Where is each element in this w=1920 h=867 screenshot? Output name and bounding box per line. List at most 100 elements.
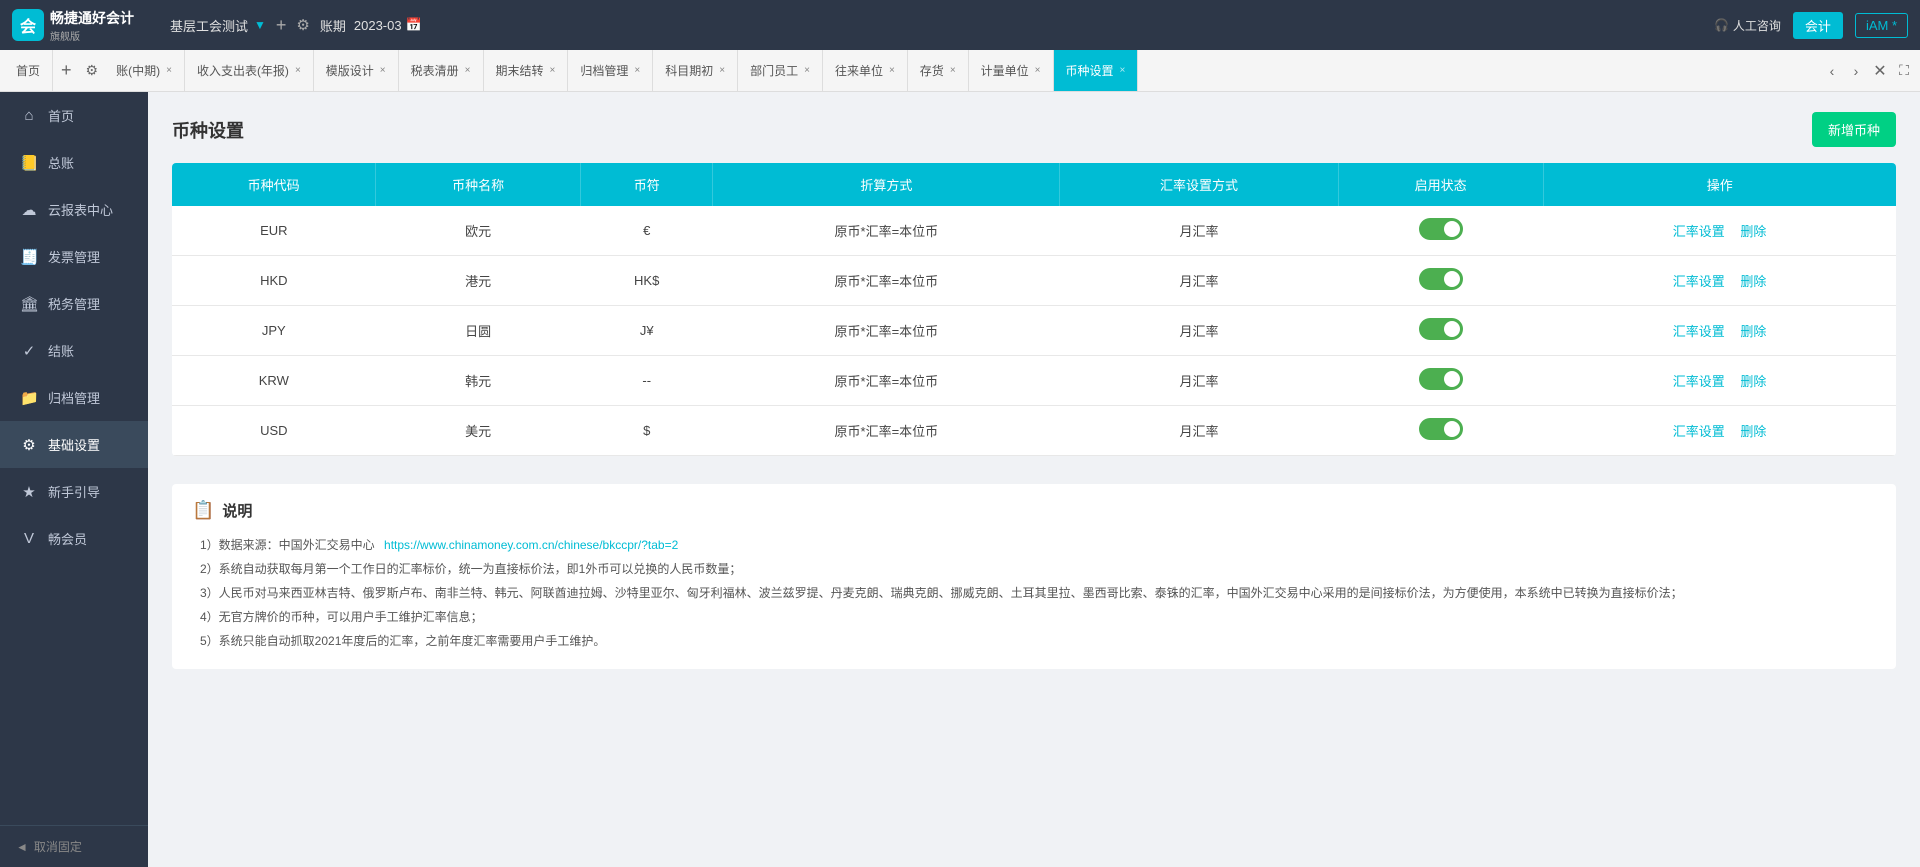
tab-close-icon[interactable]: × bbox=[550, 65, 556, 76]
cell-code: EUR bbox=[172, 206, 376, 256]
add-company-btn[interactable]: + bbox=[276, 15, 287, 36]
ledger-icon: 📒 bbox=[20, 154, 38, 172]
sidebar-item-reports[interactable]: ☁云报表中心 bbox=[0, 186, 148, 233]
enabled-toggle[interactable] bbox=[1419, 368, 1463, 390]
sidebar-item-tax[interactable]: 🏛税务管理 bbox=[0, 280, 148, 327]
cell-symbol: HK$ bbox=[581, 256, 713, 306]
cell-calc: 原币*汇率=本位币 bbox=[713, 406, 1060, 456]
tab-close-icon[interactable]: × bbox=[166, 65, 172, 76]
delete-link[interactable]: 删除 bbox=[1740, 424, 1766, 439]
notes-link[interactable]: https://www.chinamoney.com.cn/chinese/bk… bbox=[384, 538, 678, 552]
cell-name: 欧元 bbox=[376, 206, 581, 256]
sidebar-item-settings[interactable]: ⚙基础设置 bbox=[0, 421, 148, 468]
delete-link[interactable]: 删除 bbox=[1740, 374, 1766, 389]
tab-close-icon[interactable]: × bbox=[889, 65, 895, 76]
tab-item-6[interactable]: 归档管理 × bbox=[568, 50, 653, 92]
tab-prev-btn[interactable]: ‹ bbox=[1820, 50, 1844, 92]
sidebar-item-home[interactable]: ⌂首页 bbox=[0, 92, 148, 139]
sidebar-item-guide[interactable]: ★新手引导 bbox=[0, 468, 148, 515]
cell-symbol: $ bbox=[581, 406, 713, 456]
reports-icon: ☁ bbox=[20, 201, 38, 219]
rate-settings-link[interactable]: 汇率设置 bbox=[1673, 324, 1725, 339]
cell-rate-type: 月汇率 bbox=[1060, 356, 1338, 406]
delete-link[interactable]: 删除 bbox=[1740, 324, 1766, 339]
add-tab-btn[interactable]: + bbox=[53, 50, 80, 92]
tax-icon: 🏛 bbox=[20, 295, 38, 313]
tab-item-10[interactable]: 存货 × bbox=[908, 50, 969, 92]
sidebar: ⌂首页 📒 总账 ☁云报表中心🧾发票管理🏛税务管理✓结账📁归档管理⚙基础设置★新手引导… bbox=[0, 92, 148, 867]
logo-area: 会 畅捷通好会计 旗舰版 bbox=[12, 8, 160, 43]
cell-symbol: -- bbox=[581, 356, 713, 406]
tab-item-2[interactable]: 收入支出表(年报) × bbox=[185, 50, 314, 92]
tab-label: 往来单位 bbox=[835, 62, 883, 79]
sidebar-item-member[interactable]: V畅会员 bbox=[0, 515, 148, 562]
enabled-toggle[interactable] bbox=[1419, 218, 1463, 240]
tab-close-icon[interactable]: × bbox=[1035, 65, 1041, 76]
sidebar-item-invoice[interactable]: 🧾发票管理 bbox=[0, 233, 148, 280]
tab-item-11[interactable]: 计量单位 × bbox=[969, 50, 1054, 92]
tab-item-12[interactable]: 币种设置 × bbox=[1054, 50, 1139, 92]
account-button[interactable]: 会计 bbox=[1793, 12, 1843, 39]
sidebar-item-archive[interactable]: 📁归档管理 bbox=[0, 374, 148, 421]
cell-rate-type: 月汇率 bbox=[1060, 206, 1338, 256]
cell-symbol: € bbox=[581, 206, 713, 256]
new-currency-button[interactable]: 新增币种 bbox=[1812, 112, 1896, 147]
tab-label: 期末结转 bbox=[496, 62, 544, 79]
tab-close-all-btn[interactable]: ✕ bbox=[1868, 50, 1892, 92]
tab-close-icon[interactable]: × bbox=[1120, 65, 1126, 76]
tab-close-icon[interactable]: × bbox=[719, 65, 725, 76]
enabled-toggle[interactable] bbox=[1419, 318, 1463, 340]
cell-enabled bbox=[1338, 356, 1543, 406]
cell-code: USD bbox=[172, 406, 376, 456]
sidebar-label: 归档管理 bbox=[48, 388, 100, 407]
tab-close-icon[interactable]: × bbox=[380, 65, 386, 76]
tab-close-icon[interactable]: × bbox=[295, 65, 301, 76]
table-header-cell: 操作 bbox=[1543, 163, 1896, 206]
tab-label: 模版设计 bbox=[326, 62, 374, 79]
tab-item-5[interactable]: 期末结转 × bbox=[484, 50, 569, 92]
enabled-toggle[interactable] bbox=[1419, 268, 1463, 290]
tab-item-8[interactable]: 部门员工 × bbox=[738, 50, 823, 92]
support-button[interactable]: 🎧 人工咨询 bbox=[1714, 17, 1781, 34]
tab-label: 首页 bbox=[16, 62, 40, 79]
top-header: 会 畅捷通好会计 旗舰版 基层工会测试 ▼ + ⚙ 账期 2023-03 📅 🎧… bbox=[0, 0, 1920, 50]
cell-actions: 汇率设置 删除 bbox=[1543, 256, 1896, 306]
rate-settings-link[interactable]: 汇率设置 bbox=[1673, 424, 1725, 439]
sidebar-label: 总账 bbox=[48, 153, 74, 172]
pin-icon: ◄ bbox=[16, 840, 28, 854]
tab-maximize-btn[interactable]: ⛶ bbox=[1892, 50, 1916, 92]
rate-settings-link[interactable]: 汇率设置 bbox=[1673, 224, 1725, 239]
tab-item-9[interactable]: 往来单位 × bbox=[823, 50, 908, 92]
tab-next-btn[interactable]: › bbox=[1844, 50, 1868, 92]
company-name: 基层工会测试 bbox=[170, 16, 248, 35]
iam-button[interactable]: iAM * bbox=[1855, 13, 1908, 38]
tab-label: 存货 bbox=[920, 62, 944, 79]
notes-item-2: 3）人民币对马来西亚林吉特、俄罗斯卢布、南非兰特、韩元、阿联酋迪拉姆、沙特里亚尔… bbox=[192, 581, 1876, 605]
delete-link[interactable]: 删除 bbox=[1740, 224, 1766, 239]
notes-icon: 📋 bbox=[192, 500, 214, 521]
tab-item-0[interactable]: 首页 bbox=[4, 50, 53, 92]
headset-icon: 🎧 bbox=[1714, 18, 1729, 32]
sidebar-item-settle[interactable]: ✓结账 bbox=[0, 327, 148, 374]
table-header-cell: 币种名称 bbox=[376, 163, 581, 206]
tab-item-4[interactable]: 税表清册 × bbox=[399, 50, 484, 92]
company-selector[interactable]: 基层工会测试 ▼ bbox=[170, 16, 266, 35]
rate-settings-link[interactable]: 汇率设置 bbox=[1673, 274, 1725, 289]
settings-icon[interactable]: ⚙ bbox=[296, 16, 309, 34]
calendar-icon[interactable]: 📅 bbox=[406, 17, 422, 33]
tab-close-icon[interactable]: × bbox=[465, 65, 471, 76]
delete-link[interactable]: 删除 bbox=[1740, 274, 1766, 289]
tab-item-3[interactable]: 模版设计 × bbox=[314, 50, 399, 92]
sidebar-pin-btn[interactable]: ◄ 取消固定 bbox=[0, 825, 148, 867]
notes-title: 📋 说明 bbox=[192, 500, 1876, 521]
tab-settings-icon[interactable]: ⚙ bbox=[80, 50, 105, 92]
tab-close-icon[interactable]: × bbox=[634, 65, 640, 76]
tab-item-7[interactable]: 科目期初 × bbox=[653, 50, 738, 92]
tab-close-icon[interactable]: × bbox=[804, 65, 810, 76]
table-header: 币种代码币种名称币符折算方式汇率设置方式启用状态操作 bbox=[172, 163, 1896, 206]
tab-close-icon[interactable]: × bbox=[950, 65, 956, 76]
enabled-toggle[interactable] bbox=[1419, 418, 1463, 440]
rate-settings-link[interactable]: 汇率设置 bbox=[1673, 374, 1725, 389]
tab-item-1[interactable]: 账(中期) × bbox=[104, 50, 185, 92]
sidebar-item-ledger[interactable]: 📒 总账 bbox=[0, 139, 148, 186]
